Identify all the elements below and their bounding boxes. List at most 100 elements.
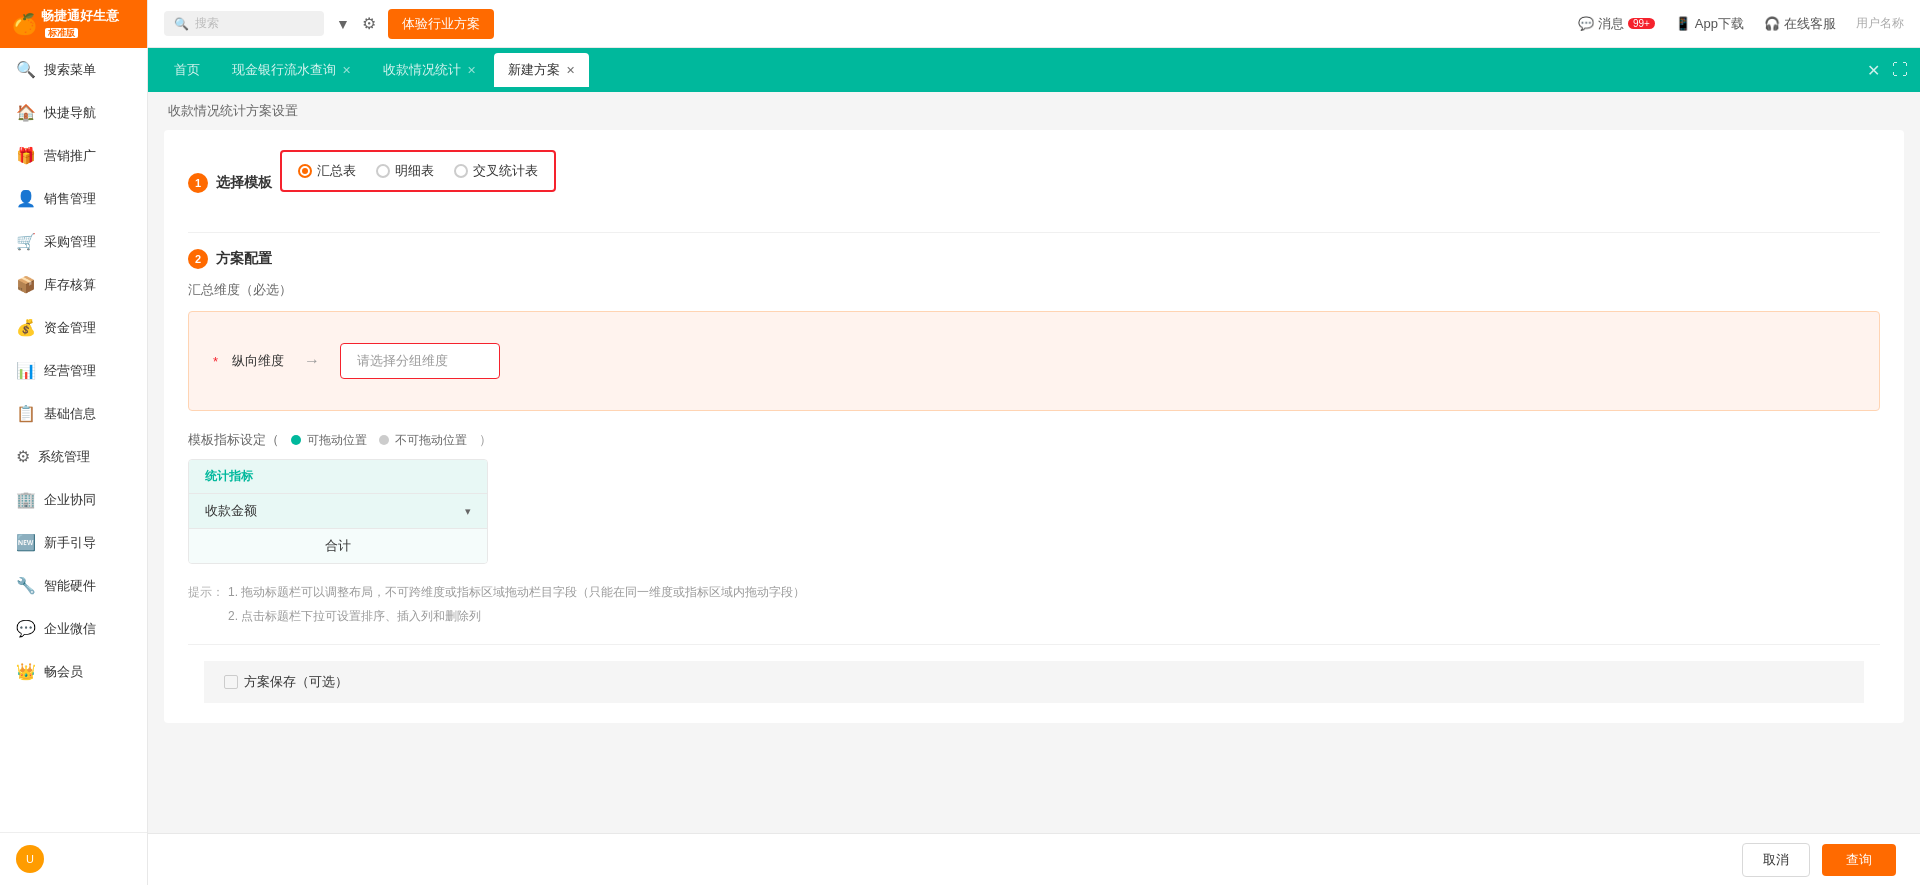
indicator-header-close: ） [479,431,492,449]
sidebar-item-label: 资金管理 [44,319,96,337]
logo-badge: 标准版 [45,28,78,38]
settings-icon[interactable]: ⚙ [362,14,376,33]
radio-detail-circle [376,164,390,178]
sidebar-item-member[interactable]: 👑 畅会员 [0,650,147,693]
tab-new-plan[interactable]: 新建方案 ✕ [494,53,589,87]
top-header: 🔍 搜索 ▼ ⚙ 体验行业方案 💬 消息 99+ 📱 App下载 🎧 在线客服 … [148,0,1920,48]
main-area: 🔍 搜索 ▼ ⚙ 体验行业方案 💬 消息 99+ 📱 App下载 🎧 在线客服 … [148,0,1920,885]
dimension-select-box[interactable]: 请选择分组维度 [340,343,500,379]
sidebar-item-label: 销售管理 [44,190,96,208]
vertical-dimension-label: 纵向维度 [232,352,284,370]
tab-cashflow[interactable]: 现金银行流水查询 ✕ [218,53,365,87]
sidebar-footer: U [0,832,147,885]
dimension-placeholder: 请选择分组维度 [357,352,448,370]
template-select-area: 汇总表 明细表 交叉统计表 [280,150,556,192]
sidebar-item-label: 搜索菜单 [44,61,96,79]
notification-badge: 99+ [1628,18,1655,29]
hardware-icon: 🔧 [16,576,36,595]
sidebar-item-quick-nav[interactable]: 🏠 快捷导航 [0,91,147,134]
search-menu-icon: 🔍 [16,60,36,79]
sidebar-item-guide[interactable]: 🆕 新手引导 [0,521,147,564]
sidebar-item-operation[interactable]: 📊 经营管理 [0,349,147,392]
cancel-button[interactable]: 取消 [1742,843,1810,877]
sidebar-item-label: 采购管理 [44,233,96,251]
radio-cross-label: 交叉统计表 [473,162,538,180]
radio-cross-circle [454,164,468,178]
indicator-table: 统计指标 收款金额 ▾ 合计 [188,459,488,564]
sidebar-item-system[interactable]: ⚙ 系统管理 [0,435,147,478]
save-checkbox-item[interactable]: 方案保存（可选） [224,673,348,691]
tip-prefix-1: 提示： [188,580,224,604]
sidebar-item-search-menu[interactable]: 🔍 搜索菜单 [0,48,147,91]
section1-title: 选择模板 [216,174,272,192]
notification-item[interactable]: 💬 消息 99+ [1578,15,1655,33]
tip-text-1: 1. 拖动标题栏可以调整布局，不可跨维度或指标区域拖动栏目字段（只能在同一维度或… [228,580,805,604]
save-checkbox[interactable] [224,675,238,689]
download-icon: 📱 [1675,16,1691,31]
indicator-settings: 模板指标设定（ 可拖动位置 不可拖动位置 ） 统计指标 收款金额 [188,431,1880,628]
sidebar-item-funds[interactable]: 💰 资金管理 [0,306,147,349]
sidebar-item-wechat[interactable]: 💬 企业微信 [0,607,147,650]
required-star: * [213,354,218,369]
sidebar-item-inventory[interactable]: 📦 库存核算 [0,263,147,306]
clipboard-icon: 📋 [16,404,36,423]
new-icon: 🆕 [16,533,36,552]
sidebar-item-label: 营销推广 [44,147,96,165]
footer-bar: 取消 查询 [148,833,1920,885]
home-icon: 🏠 [16,103,36,122]
indicator-table-header: 统计指标 [189,460,487,494]
headset-icon: 🎧 [1764,16,1780,31]
close-window-icon[interactable]: ✕ [1867,61,1880,80]
tabs-bar: 首页 现金银行流水查询 ✕ 收款情况统计 ✕ 新建方案 ✕ ✕ ⛶ [148,48,1920,92]
section2-header: 2 方案配置 [188,249,1880,269]
page-content: 收款情况统计方案设置 1 选择模板 汇总表 明细表 [148,92,1920,885]
search-bar[interactable]: 🔍 搜索 [164,11,324,36]
download-item[interactable]: 📱 App下载 [1675,15,1744,33]
tab-receipts-close[interactable]: ✕ [467,64,476,77]
tab-home-label: 首页 [174,61,200,79]
movable-toggle: 可拖动位置 [291,432,367,449]
radio-detail[interactable]: 明细表 [376,162,434,180]
tab-new-plan-close[interactable]: ✕ [566,64,575,77]
username: 用户名称 [1856,15,1904,32]
sidebar-item-label: 经营管理 [44,362,96,380]
indicator-row-amount[interactable]: 收款金额 ▾ [189,494,487,529]
box-icon: 📦 [16,275,36,294]
movable-label: 可拖动位置 [307,432,367,449]
tab-home[interactable]: 首页 [160,53,214,87]
sidebar-item-marketing[interactable]: 🎁 营销推广 [0,134,147,177]
gear-icon: ⚙ [16,447,30,466]
indicator-dropdown-icon[interactable]: ▾ [465,505,471,518]
sidebar-item-enterprise[interactable]: 🏢 企业协同 [0,478,147,521]
tip-2: 提示： 2. 点击标题栏下拉可设置排序、插入列和删除列 [188,604,1880,628]
radio-summary[interactable]: 汇总表 [298,162,356,180]
sidebar-item-hardware[interactable]: 🔧 智能硬件 [0,564,147,607]
tab-receipts[interactable]: 收款情况统计 ✕ [369,53,490,87]
tip-text-2: 2. 点击标题栏下拉可设置排序、插入列和删除列 [228,604,481,628]
support-item[interactable]: 🎧 在线客服 [1764,15,1836,33]
arrow-icon: → [304,352,320,370]
industry-btn[interactable]: 体验行业方案 [388,9,494,39]
tab-cashflow-close[interactable]: ✕ [342,64,351,77]
save-option: 方案保存（可选） [204,661,1864,703]
sidebar-item-basic[interactable]: 📋 基础信息 [0,392,147,435]
sidebar-item-label: 企业微信 [44,620,96,638]
sidebar-item-purchase[interactable]: 🛒 采购管理 [0,220,147,263]
form-container: 1 选择模板 汇总表 明细表 [164,130,1904,723]
radio-cross[interactable]: 交叉统计表 [454,162,538,180]
money-icon: 💰 [16,318,36,337]
query-button[interactable]: 查询 [1822,844,1896,876]
tab-new-plan-label: 新建方案 [508,61,560,79]
sidebar-item-label: 智能硬件 [44,577,96,595]
tips-area: 提示： 1. 拖动标题栏可以调整布局，不可跨维度或指标区域拖动栏目字段（只能在同… [188,580,1880,628]
maximize-icon[interactable]: ⛶ [1892,61,1908,79]
chart-icon: 📊 [16,361,36,380]
movable-dot [291,435,301,445]
dropdown-icon[interactable]: ▼ [336,16,350,32]
radio-detail-label: 明细表 [395,162,434,180]
logo-icon: 🍊 [12,12,37,36]
section1-header: 1 选择模板 汇总表 明细表 [188,150,1880,216]
sidebar-item-label: 快捷导航 [44,104,96,122]
sidebar-item-sales[interactable]: 👤 销售管理 [0,177,147,220]
section-divider [188,232,1880,233]
